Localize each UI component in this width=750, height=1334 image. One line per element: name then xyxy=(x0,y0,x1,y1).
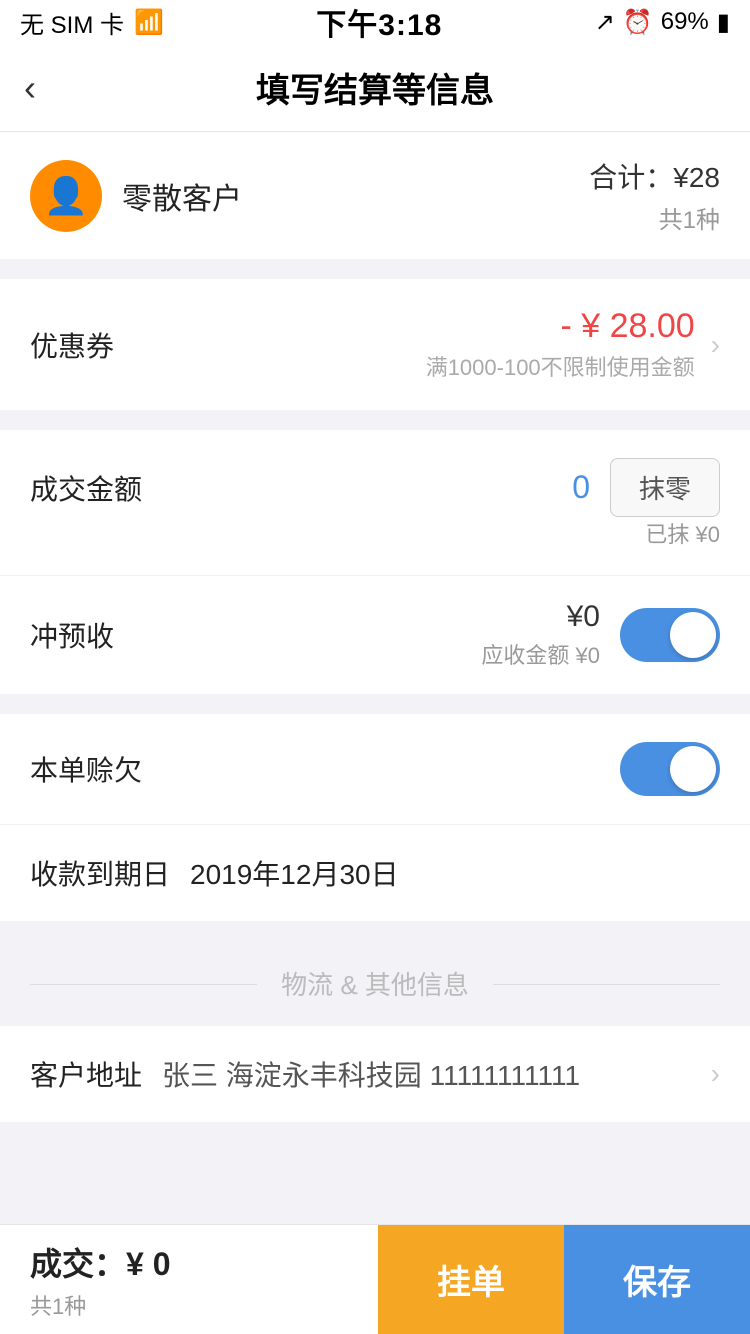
wifi-icon: 📶 xyxy=(134,8,164,37)
bottom-deal-text: 成交：¥ 0 xyxy=(30,1239,348,1285)
page-title: 填写结算等信息 xyxy=(256,63,494,112)
coupon-right: - ¥ 28.00 满1000-100不限制使用金额 › xyxy=(426,307,720,382)
due-date-label: 收款到期日 xyxy=(30,853,170,893)
bottom-bar: 成交：¥ 0 共1种 挂单 保存 xyxy=(0,1224,750,1334)
avatar-icon: 👤 xyxy=(44,175,89,217)
debt-row: 本单赊欠 xyxy=(0,714,750,824)
debt-section: 本单赊欠 收款到期日 2019年12月30日 xyxy=(0,714,750,921)
location-icon: ↗ xyxy=(595,8,615,37)
debt-toggle[interactable] xyxy=(620,742,720,796)
address-section: 客户地址 张三 海淀永丰科技园 11111111111 › xyxy=(0,1026,750,1122)
coupon-row[interactable]: 优惠券 - ¥ 28.00 满1000-100不限制使用金额 › xyxy=(0,279,750,410)
debt-label: 本单赊欠 xyxy=(30,749,142,789)
advance-toggle[interactable] xyxy=(620,608,720,662)
debt-toggle-knob xyxy=(670,746,716,792)
deal-advance-section: 成交金额 0 抹零 已抹 ¥0 冲预收 ¥0 应收金额 ¥0 xyxy=(0,430,750,694)
coupon-info: - ¥ 28.00 满1000-100不限制使用金额 xyxy=(426,307,695,382)
no-sim-text: 无 SIM 卡 xyxy=(20,5,124,40)
advance-right: ¥0 应收金额 ¥0 xyxy=(481,600,720,670)
battery-icon: ▮ xyxy=(717,8,730,37)
due-date-value: 2019年12月30日 xyxy=(190,853,399,893)
coupon-label: 优惠券 xyxy=(30,325,114,365)
deal-amount-row: 成交金额 0 抹零 已抹 ¥0 xyxy=(0,430,750,576)
due-date-row: 收款到期日 2019年12月30日 xyxy=(0,824,750,921)
address-row[interactable]: 客户地址 张三 海淀永丰科技园 11111111111 › xyxy=(0,1026,750,1122)
bottom-deal-value: ¥ 0 xyxy=(126,1246,170,1282)
advance-sub-amount: 应收金额 ¥0 xyxy=(481,638,600,670)
chevron-right-icon: › xyxy=(711,329,720,361)
hang-order-button[interactable]: 挂单 xyxy=(378,1225,564,1334)
address-chevron-icon: › xyxy=(711,1058,720,1090)
customer-left: 👤 零散客户 xyxy=(30,160,242,232)
section-divider-2 xyxy=(0,694,750,714)
address-label: 客户地址 xyxy=(30,1054,142,1094)
deal-sub-text: 已抹 ¥0 xyxy=(30,517,720,565)
bottom-count-text: 共1种 xyxy=(30,1289,348,1321)
customer-total: 合计：¥28 xyxy=(589,156,720,196)
status-right: ↗ ⏰ 69% ▮ xyxy=(595,8,730,37)
status-bar: 无 SIM 卡 📶 下午3:18 ↗ ⏰ 69% ▮ xyxy=(0,0,750,44)
advance-row: 冲预收 ¥0 应收金额 ¥0 xyxy=(0,576,750,694)
logistics-label: 物流 & 其他信息 xyxy=(257,970,493,1000)
coupon-section: 优惠券 - ¥ 28.00 满1000-100不限制使用金额 › xyxy=(0,279,750,410)
coupon-description: 满1000-100不限制使用金额 xyxy=(426,350,695,382)
nav-bar: ‹ 填写结算等信息 xyxy=(0,44,750,132)
deal-amount-value[interactable]: 0 xyxy=(572,469,590,506)
section-divider-1 xyxy=(0,410,750,430)
address-value: 张三 海淀永丰科技园 11111111111 xyxy=(162,1054,711,1094)
alarm-icon: ⏰ xyxy=(623,8,653,37)
customer-row: 👤 零散客户 合计：¥28 共1种 xyxy=(0,132,750,259)
coupon-amount: - ¥ 28.00 xyxy=(426,307,695,346)
deal-right: 0 抹零 xyxy=(572,458,720,517)
advance-amounts: ¥0 应收金额 ¥0 xyxy=(481,600,600,670)
save-button[interactable]: 保存 xyxy=(564,1225,750,1334)
advance-main-amount: ¥0 xyxy=(481,600,600,634)
bottom-deal-label: 成交： xyxy=(30,1246,126,1282)
section-divider-3 xyxy=(0,921,750,941)
customer-count: 共1种 xyxy=(589,200,720,235)
deal-row-top: 成交金额 0 抹零 xyxy=(30,458,720,517)
back-button[interactable]: ‹ xyxy=(24,67,36,109)
round-off-button[interactable]: 抹零 xyxy=(610,458,720,517)
customer-section: 👤 零散客户 合计：¥28 共1种 xyxy=(0,132,750,259)
battery-text: 69% xyxy=(661,8,709,36)
customer-right: 合计：¥28 共1种 xyxy=(589,156,720,235)
advance-label: 冲预收 xyxy=(30,615,114,655)
deal-amount-label: 成交金额 xyxy=(30,468,142,508)
toggle-knob xyxy=(670,612,716,658)
customer-name: 零散客户 xyxy=(122,174,242,218)
bottom-summary: 成交：¥ 0 共1种 xyxy=(0,1239,378,1321)
status-left: 无 SIM 卡 📶 xyxy=(20,5,164,40)
customer-avatar: 👤 xyxy=(30,160,102,232)
logistics-header: 物流 & 其他信息 xyxy=(0,941,750,1026)
status-time: 下午3:18 xyxy=(316,0,442,44)
